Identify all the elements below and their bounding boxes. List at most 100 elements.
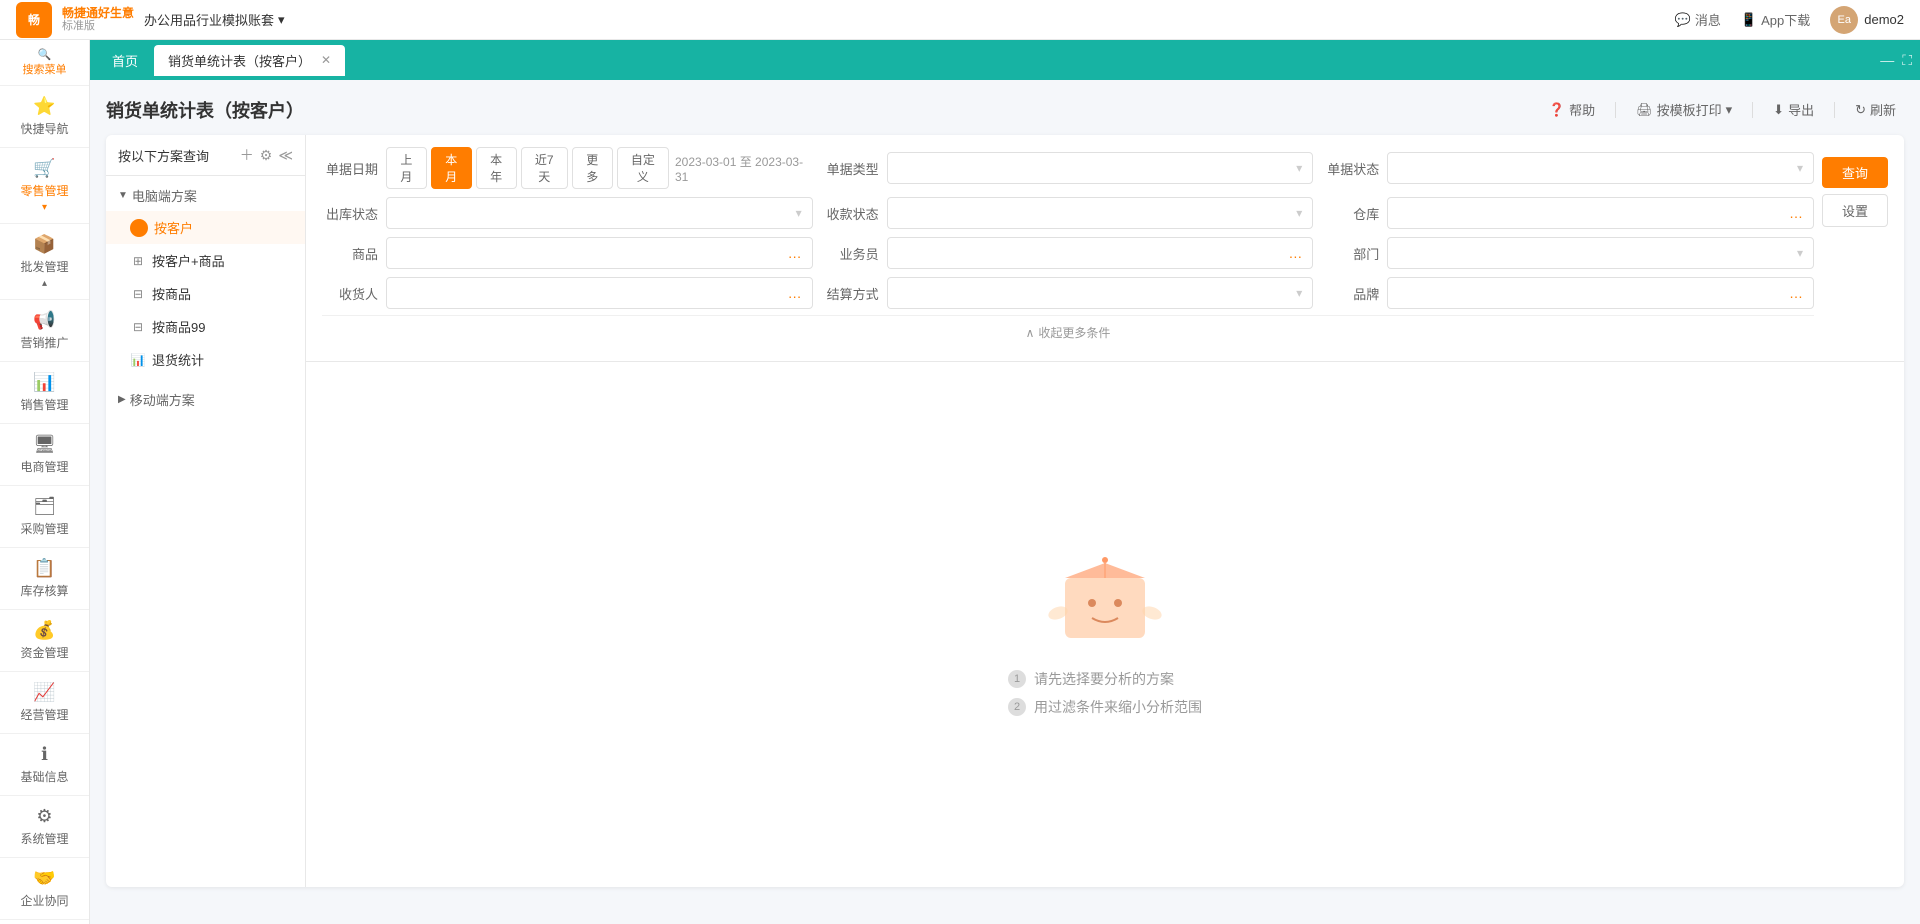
payment-status-select[interactable]: ▾ bbox=[887, 197, 1314, 229]
sidebar-item-sales[interactable]: 📊 销售管理 bbox=[0, 362, 89, 424]
collapse-scheme-icon[interactable]: ≪ bbox=[278, 147, 293, 164]
filter-out-status: 出库状态 ▾ bbox=[322, 197, 813, 229]
this-month-btn[interactable]: 本月 bbox=[431, 147, 472, 189]
last-month-btn[interactable]: 上月 bbox=[386, 147, 427, 189]
sidebar-item-purchase[interactable]: 🗂 采购管理 bbox=[0, 486, 89, 548]
dots-icon: … bbox=[1789, 205, 1803, 221]
scheme-panel: 按以下方案查询 ＋ ⚙ ≪ ▼ 电脑端方案 bbox=[106, 135, 306, 887]
brand-select[interactable]: … bbox=[1387, 277, 1814, 309]
sidebar-item-marketing[interactable]: 📢 营销推广 bbox=[0, 300, 89, 362]
table-icon: ⊟ bbox=[130, 286, 146, 302]
page-title: 销货单统计表（按客户） bbox=[106, 97, 304, 123]
desktop-section-header[interactable]: ▼ 电脑端方案 bbox=[106, 180, 305, 211]
scheme-item-by-product[interactable]: ⊟ 按商品 bbox=[106, 277, 305, 310]
active-scheme-indicator bbox=[130, 219, 148, 237]
template-print-button[interactable]: 🖨 按模板打印 ▾ bbox=[1628, 96, 1740, 123]
sidebar-item-cooperation[interactable]: 🤝 企业协同 bbox=[0, 858, 89, 920]
collapse-button[interactable]: ∧ 收起更多条件 bbox=[322, 316, 1814, 349]
sidebar-item-inventory[interactable]: 📋 库存核算 bbox=[0, 548, 89, 610]
sidebar-item-operations[interactable]: 📈 经营管理 bbox=[0, 672, 89, 734]
sidebar-item-newbie[interactable]: 🎯 新手引导 bbox=[0, 920, 89, 924]
department-select[interactable]: ▾ bbox=[1387, 237, 1814, 269]
divider bbox=[1615, 102, 1616, 118]
system-subtitle: 标准版 bbox=[62, 20, 134, 33]
scheme-header: 按以下方案查询 ＋ ⚙ ≪ bbox=[106, 135, 305, 176]
more-date-btn[interactable]: 更多 bbox=[572, 147, 613, 189]
app-logo: 畅 bbox=[16, 2, 52, 38]
scheme-section-desktop: ▼ 电脑端方案 按客户 ⊞ 按客户+商品 ⊟ bbox=[106, 176, 305, 380]
top-bar-left: 畅 畅捷通好生意 标准版 办公用品行业模拟账套 ▾ bbox=[16, 2, 285, 38]
custom-date-btn[interactable]: 自定义 bbox=[617, 147, 669, 189]
sidebar-item-wholesale[interactable]: 📦 批发管理 ▴ bbox=[0, 224, 89, 300]
user-menu[interactable]: Ea demo2 bbox=[1830, 6, 1904, 34]
sidebar-item-shortcut[interactable]: ⭐ 快捷导航 bbox=[0, 86, 89, 148]
sidebar-item-system[interactable]: ⚙ 系统管理 bbox=[0, 796, 89, 858]
minimize-icon[interactable]: — bbox=[1880, 52, 1894, 68]
sidebar-item-ecommerce[interactable]: 🖥 电商管理 bbox=[0, 424, 89, 486]
salesperson-select[interactable]: … bbox=[887, 237, 1314, 269]
scheme-item-return-stats[interactable]: 📊 退货统计 bbox=[106, 343, 305, 376]
collapse-area: ∧ 收起更多条件 bbox=[322, 315, 1814, 349]
mobile-section-header[interactable]: ▶ 移动端方案 bbox=[106, 384, 305, 415]
filter-date: 单据日期 上月 本月 本年 近7天 更多 bbox=[322, 147, 813, 189]
query-button[interactable]: 查询 bbox=[1822, 157, 1888, 188]
filter-doc-type: 单据类型 ▾ bbox=[823, 152, 1314, 184]
message-button[interactable]: 💬 消息 bbox=[1675, 10, 1721, 29]
settings-button[interactable]: 设置 bbox=[1822, 194, 1888, 227]
sidebar-item-finance[interactable]: 💰 资金管理 bbox=[0, 610, 89, 672]
system-name: 畅捷通好生意 bbox=[62, 6, 134, 20]
last-7-btn[interactable]: 近7天 bbox=[521, 147, 568, 189]
out-status-select[interactable]: ▾ bbox=[386, 197, 813, 229]
hint-num-2: 2 bbox=[1008, 698, 1026, 716]
tab-close-icon[interactable]: ✕ bbox=[321, 53, 331, 67]
avatar: Ea bbox=[1830, 6, 1858, 34]
this-year-btn[interactable]: 本年 bbox=[476, 147, 517, 189]
dropdown-arrow-icon3: ▾ bbox=[796, 206, 802, 220]
page-actions: ❓ 帮助 🖨 按模板打印 ▾ ⬇ 导出 bbox=[1541, 96, 1904, 123]
settings-scheme-icon[interactable]: ⚙ bbox=[260, 147, 273, 164]
empty-hint-2: 2 用过滤条件来缩小分析范围 bbox=[1008, 697, 1202, 717]
maximize-icon[interactable]: ⛶ bbox=[1902, 52, 1912, 69]
industry-selector[interactable]: 办公用品行业模拟账套 ▾ bbox=[144, 10, 285, 29]
tab-bar: 首页 销货单统计表（按客户） ✕ — ⛶ bbox=[90, 40, 1920, 80]
export-button[interactable]: ⬇ 导出 bbox=[1765, 96, 1822, 123]
date-buttons: 上月 本月 本年 近7天 更多 自定义 bbox=[386, 147, 669, 189]
empty-illustration bbox=[1035, 533, 1175, 653]
dropdown-arrow-icon5: ▾ bbox=[1797, 246, 1803, 260]
sidebar: 🔍 搜索菜单 ⭐ 快捷导航 🛒 零售管理 ▾ 📦 批发管理 ▴ 📢 营销推广 📊… bbox=[0, 40, 90, 924]
filter-settlement: 结算方式 ▾ bbox=[823, 277, 1314, 309]
settlement-select[interactable]: ▾ bbox=[887, 277, 1314, 309]
scheme-section-mobile: ▶ 移动端方案 bbox=[106, 380, 305, 419]
add-scheme-icon[interactable]: ＋ bbox=[240, 145, 254, 165]
filter-doc-status: 单据状态 ▾ bbox=[1323, 152, 1814, 184]
filter-department: 部门 ▾ bbox=[1323, 237, 1814, 269]
page-content: 销货单统计表（按客户） ❓ 帮助 🖨 按模板打印 ▾ ⬇ bbox=[90, 80, 1920, 924]
top-bar: 畅 畅捷通好生意 标准版 办公用品行业模拟账套 ▾ 💬 消息 📱 App下载 E… bbox=[0, 0, 1920, 40]
dropdown-arrow-icon6: ▾ bbox=[1296, 286, 1302, 300]
recipient-select[interactable]: … bbox=[386, 277, 813, 309]
filter-recipient: 收货人 … bbox=[322, 277, 813, 309]
help-button[interactable]: ❓ 帮助 bbox=[1541, 96, 1603, 123]
scheme-item-by-product-99[interactable]: ⊟ 按商品99 bbox=[106, 310, 305, 343]
right-panel: 单据日期 上月 本月 本年 近7天 更多 bbox=[306, 135, 1904, 887]
date-range-text: 2023-03-01 至 2023-03-31 bbox=[675, 153, 813, 184]
scheme-item-by-customer[interactable]: 按客户 bbox=[106, 211, 305, 244]
doc-type-select[interactable]: ▾ bbox=[887, 152, 1314, 184]
sidebar-item-retail[interactable]: 🛒 零售管理 ▾ bbox=[0, 148, 89, 224]
divider2 bbox=[1752, 102, 1753, 118]
refresh-button[interactable]: ↻ 刷新 bbox=[1847, 96, 1904, 123]
tab-sales-stats[interactable]: 销货单统计表（按客户） ✕ bbox=[154, 45, 345, 76]
content-area: 首页 销货单统计表（按客户） ✕ — ⛶ 销货单统计表（按客户） ❓ 帮助 bbox=[90, 40, 1920, 924]
app-download-button[interactable]: 📱 App下载 bbox=[1741, 10, 1810, 29]
doc-status-select[interactable]: ▾ bbox=[1387, 152, 1814, 184]
empty-hint-1: 1 请先选择要分析的方案 bbox=[1008, 669, 1202, 689]
tab-home[interactable]: 首页 bbox=[98, 45, 152, 76]
warehouse-select[interactable]: … bbox=[1387, 197, 1814, 229]
product-select[interactable]: … bbox=[386, 237, 813, 269]
query-buttons: 查询 设置 bbox=[1814, 147, 1888, 227]
scheme-item-by-customer-product[interactable]: ⊞ 按客户+商品 bbox=[106, 244, 305, 277]
sidebar-search[interactable]: 🔍 搜索菜单 bbox=[0, 40, 89, 86]
filter-payment-status: 收款状态 ▾ bbox=[823, 197, 1314, 229]
grid-icon: ⊞ bbox=[130, 253, 146, 269]
sidebar-item-basic[interactable]: ℹ 基础信息 bbox=[0, 734, 89, 796]
